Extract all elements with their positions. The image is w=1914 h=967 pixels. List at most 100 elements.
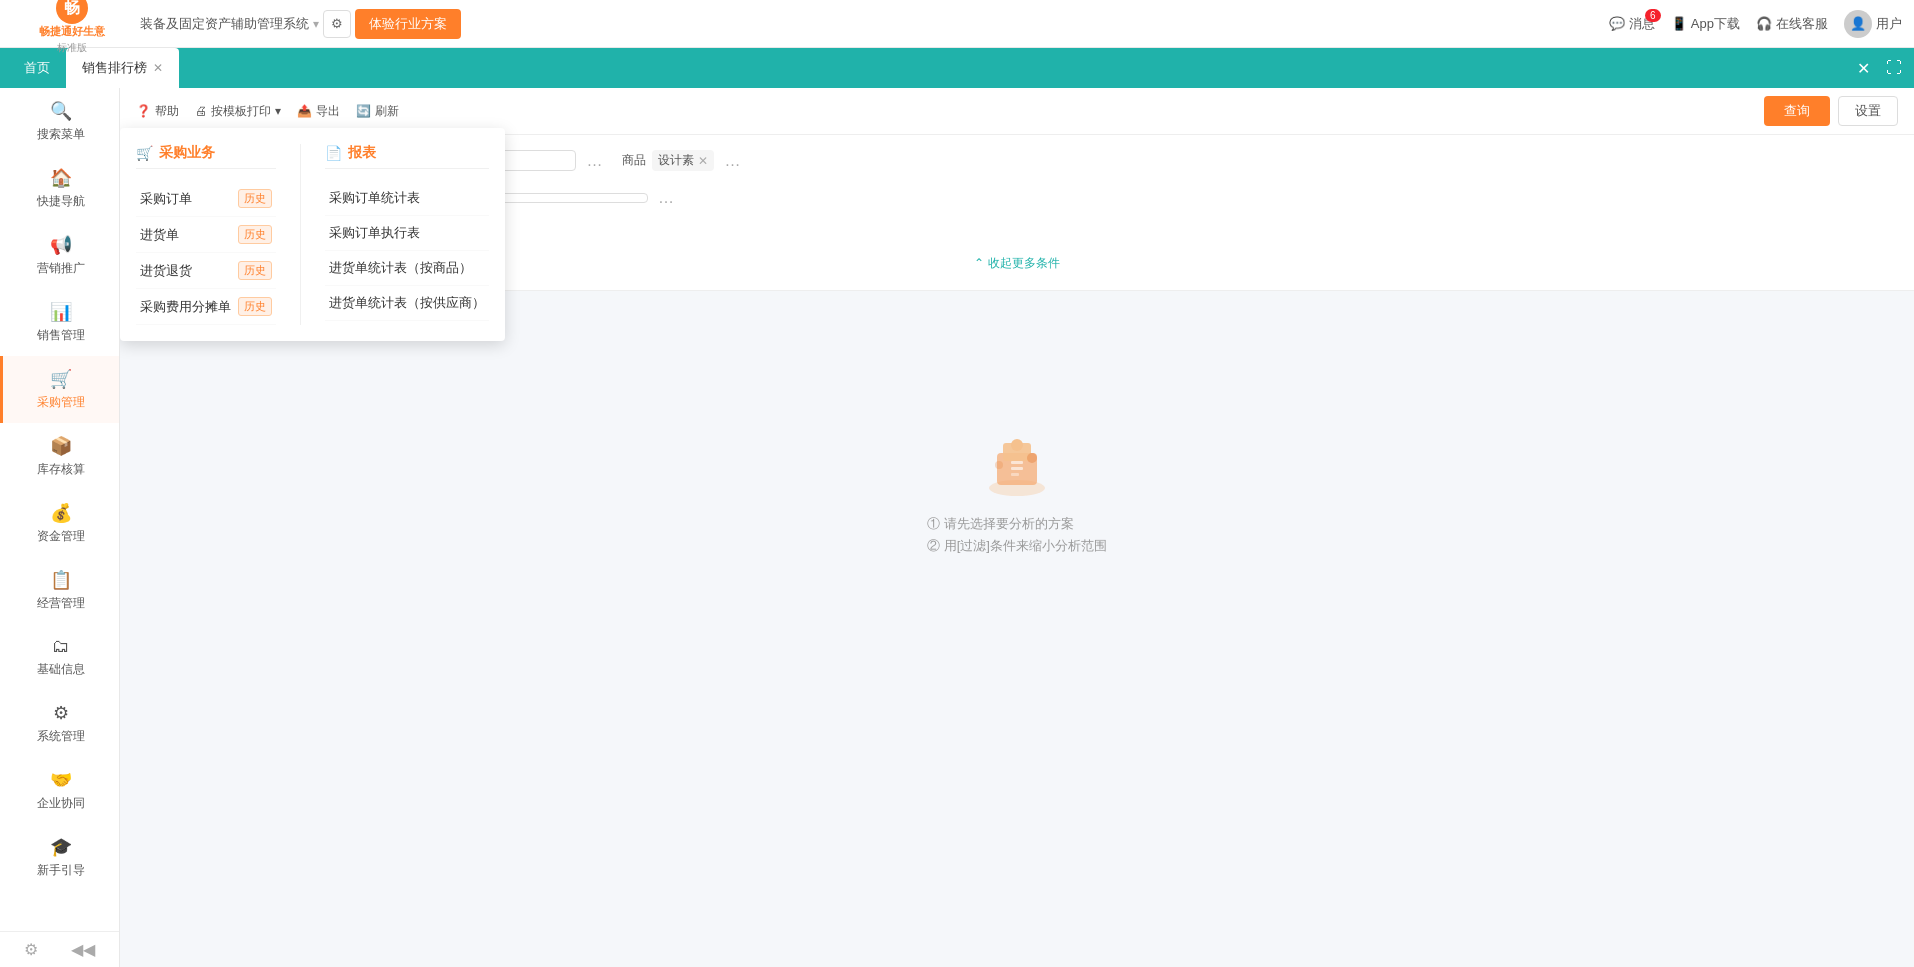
online-service-btn[interactable]: 🎧 在线客服 (1756, 15, 1828, 33)
message-icon: 💬 (1609, 16, 1625, 31)
tab-sales-rank-label: 销售排行榜 (82, 59, 147, 77)
sales-icon: 📊 (50, 301, 72, 323)
sidebar-item-basic-info[interactable]: 🗂 基础信息 (0, 624, 119, 690)
sidebar-item-sales[interactable]: 📊 销售管理 (0, 289, 119, 356)
sidebar-item-purchase[interactable]: 🛒 采购管理 (0, 356, 119, 423)
svg-point-3 (1011, 439, 1023, 451)
sidebar-item-search[interactable]: 🔍 搜索菜单 (0, 88, 119, 155)
action-buttons: 查询 设置 (1764, 96, 1898, 126)
purchase-fee-label: 采购费用分摊单 (140, 298, 231, 316)
settings-button[interactable]: ⚙ (323, 10, 351, 38)
hist-badge-inbound-return: 历史 (238, 261, 272, 280)
tab-maximize-btn[interactable]: ⛶ (1882, 55, 1906, 81)
export-icon: 📤 (297, 104, 312, 118)
sidebar-bottom: ⚙ ◀◀ (0, 931, 119, 967)
sidebar-item-basic-info-label: 基础信息 (37, 661, 85, 678)
sidebar-item-newbie[interactable]: 🎓 新手引导 (0, 824, 119, 891)
sidebar-item-sales-label: 销售管理 (37, 327, 85, 344)
empty-hint-2: ② 用[过滤]条件来缩小分析范围 (927, 537, 1107, 555)
main-content: 🛒 采购业务 采购订单 历史 进货单 历史 进货退货 历史 采购费用分摊单 (120, 88, 1914, 967)
sidebar-collapse-btn[interactable]: ◀◀ (71, 940, 95, 959)
sidebar-item-inventory[interactable]: 📦 库存核算 (0, 423, 119, 490)
sidebar-item-finance-label: 资金管理 (37, 528, 85, 545)
svg-rect-4 (1011, 461, 1023, 464)
refresh-btn[interactable]: 🔄 刷新 (356, 103, 399, 120)
goods-tag-remove-icon[interactable]: ✕ (698, 154, 708, 168)
print-arrow-icon: ▾ (275, 104, 281, 118)
sidebar-item-marketing-label: 营销推广 (37, 260, 85, 277)
tab-close-icon[interactable]: ✕ (153, 61, 163, 75)
inventory-icon: 📦 (50, 435, 72, 457)
query-btn[interactable]: 查询 (1764, 96, 1830, 126)
inbound-stats-supplier-label: 进货单统计表（按供应商） (329, 294, 485, 312)
app-download-btn[interactable]: 📱 App下载 (1671, 15, 1740, 33)
print-btn[interactable]: 🖨 按模板打印 ▾ (195, 103, 281, 120)
search-icon: 🔍 (50, 100, 72, 122)
tab-home-label: 首页 (24, 59, 50, 77)
set-btn[interactable]: 设置 (1838, 96, 1898, 126)
brand-version: 标准版 (57, 41, 87, 55)
purchase-dropdown-menu: 🛒 采购业务 采购订单 历史 进货单 历史 进货退货 历史 采购费用分摊单 (120, 128, 505, 341)
goods-tag: 设计素 ✕ (652, 150, 714, 171)
sidebar-item-marketing[interactable]: 📢 营销推广 (0, 222, 119, 289)
message-badge: 6 (1645, 9, 1661, 22)
svg-rect-5 (1011, 467, 1023, 470)
print-icon: 🖨 (195, 104, 207, 118)
tab-close-window-btn[interactable]: ✕ (1853, 55, 1874, 82)
nav-tabs: 首页 销售排行榜 ✕ ✕ ⛶ (0, 48, 1914, 88)
user-avatar: 👤 (1844, 10, 1872, 38)
inbound-label: 进货单 (140, 226, 179, 244)
system-arrow-icon[interactable]: ▾ (313, 17, 319, 31)
sidebar-item-system[interactable]: ⚙ 系统管理 (0, 690, 119, 757)
refresh-icon: 🔄 (356, 104, 371, 118)
status-more-dots[interactable]: … (582, 152, 606, 170)
purchase-section: 🛒 采购业务 采购订单 历史 进货单 历史 进货退货 历史 采购费用分摊单 (136, 144, 276, 325)
svg-rect-6 (1011, 473, 1019, 476)
hist-badge-purchase-order: 历史 (238, 189, 272, 208)
user-btn[interactable]: 👤 用户 (1844, 10, 1902, 38)
empty-state: ① 请先选择要分析的方案 ② 用[过滤]条件来缩小分析范围 (120, 291, 1914, 691)
empty-hint-1: ① 请先选择要分析的方案 (927, 515, 1107, 533)
purchase-section-title: 🛒 采购业务 (136, 144, 276, 169)
inbound-return-label: 进货退货 (140, 262, 192, 280)
sidebar-item-operations-label: 经营管理 (37, 595, 85, 612)
sidebar: 🔍 搜索菜单 🏠 快捷导航 📢 营销推广 📊 销售管理 🛒 采购管理 📦 库存核… (0, 88, 120, 967)
sidebar-item-operations[interactable]: 📋 经营管理 (0, 557, 119, 624)
help-btn[interactable]: ❓ 帮助 (136, 103, 179, 120)
dropdown-item-purchase-order[interactable]: 采购订单 历史 (136, 181, 276, 217)
dropdown-item-inbound-return[interactable]: 进货退货 历史 (136, 253, 276, 289)
main-layout: 🔍 搜索菜单 🏠 快捷导航 📢 营销推广 📊 销售管理 🛒 采购管理 📦 库存核… (0, 88, 1914, 967)
dropdown-item-inbound-stats-supplier[interactable]: 进货单统计表（按供应商） (325, 286, 489, 321)
goods-label: 商品 (622, 152, 646, 169)
dropdown-item-po-exec[interactable]: 采购订单执行表 (325, 216, 489, 251)
svg-point-7 (1027, 453, 1037, 463)
filter-goods: 商品 设计素 ✕ … (622, 150, 744, 171)
dropdown-item-inbound[interactable]: 进货单 历史 (136, 217, 276, 253)
sidebar-item-search-label: 搜索菜单 (37, 126, 85, 143)
hist-badge-inbound: 历史 (238, 225, 272, 244)
salesperson-more-dots[interactable]: … (654, 189, 678, 207)
message-btn[interactable]: 💬 6 消息 (1609, 15, 1655, 33)
sidebar-item-quick-nav-label: 快捷导航 (37, 193, 85, 210)
sidebar-item-quick-nav[interactable]: 🏠 快捷导航 (0, 155, 119, 222)
top-right-area: 💬 6 消息 📱 App下载 🎧 在线客服 👤 用户 (1609, 10, 1902, 38)
tab-actions: ✕ ⛶ (1853, 55, 1906, 82)
dropdown-divider (300, 144, 301, 325)
dropdown-item-po-stats[interactable]: 采购订单统计表 (325, 181, 489, 216)
sidebar-item-enterprise[interactable]: 🤝 企业协同 (0, 757, 119, 824)
dropdown-item-inbound-stats-goods[interactable]: 进货单统计表（按商品） (325, 251, 489, 286)
sidebar-gear-btn[interactable]: ⚙ (24, 940, 38, 959)
export-label: 导出 (316, 103, 340, 120)
sidebar-item-finance[interactable]: 💰 资金管理 (0, 490, 119, 557)
purchase-order-label: 采购订单 (140, 190, 192, 208)
avatar-placeholder-icon: 👤 (1850, 16, 1866, 31)
help-icon: ❓ (136, 104, 151, 118)
sidebar-item-enterprise-label: 企业协同 (37, 795, 85, 812)
system-name-area: 装备及固定资产辅助管理系统 ▾ ⚙ 体验行业方案 (140, 9, 1601, 39)
sidebar-item-purchase-label: 采购管理 (37, 394, 85, 411)
goods-more-dots[interactable]: … (720, 152, 744, 170)
logo-area: 畅 畅捷通好生意 标准版 (12, 0, 132, 55)
industry-btn[interactable]: 体验行业方案 (355, 9, 461, 39)
export-btn[interactable]: 📤 导出 (297, 103, 340, 120)
dropdown-item-purchase-fee[interactable]: 采购费用分摊单 历史 (136, 289, 276, 325)
